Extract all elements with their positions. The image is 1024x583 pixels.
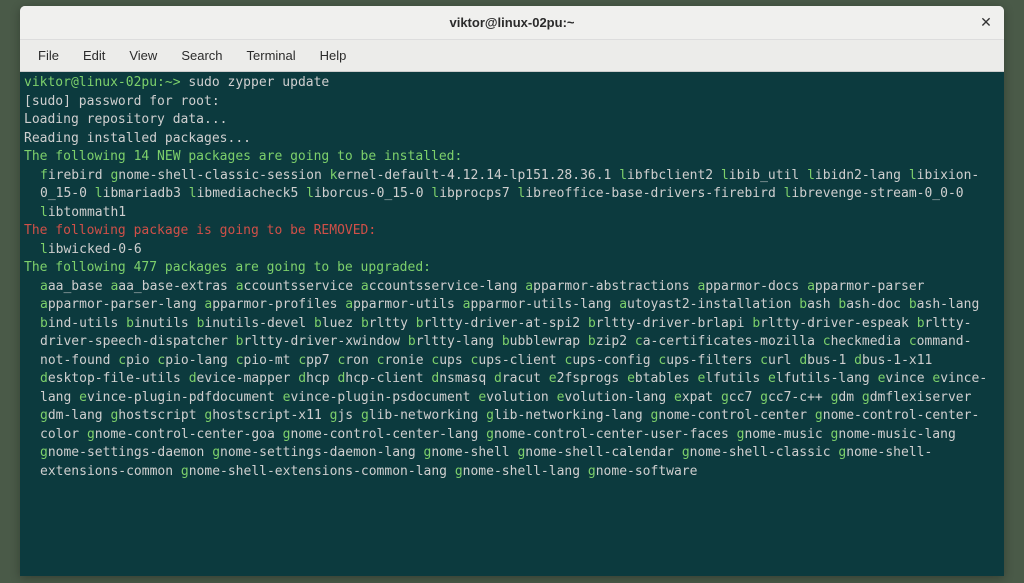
titlebar: viktor@linux-02pu:~ ✕ xyxy=(20,6,1004,40)
menu-help[interactable]: Help xyxy=(310,44,357,67)
window-title: viktor@linux-02pu:~ xyxy=(449,15,574,30)
menu-edit[interactable]: Edit xyxy=(73,44,115,67)
close-icon[interactable]: ✕ xyxy=(976,13,996,33)
menu-view[interactable]: View xyxy=(119,44,167,67)
menu-search[interactable]: Search xyxy=(171,44,232,67)
menu-file[interactable]: File xyxy=(28,44,69,67)
terminal-window: viktor@linux-02pu:~ ✕ File Edit View Sea… xyxy=(20,6,1004,576)
menu-terminal[interactable]: Terminal xyxy=(237,44,306,67)
menubar: File Edit View Search Terminal Help xyxy=(20,40,1004,72)
terminal-output[interactable]: viktor@linux-02pu:~> sudo zypper update[… xyxy=(20,72,1004,576)
